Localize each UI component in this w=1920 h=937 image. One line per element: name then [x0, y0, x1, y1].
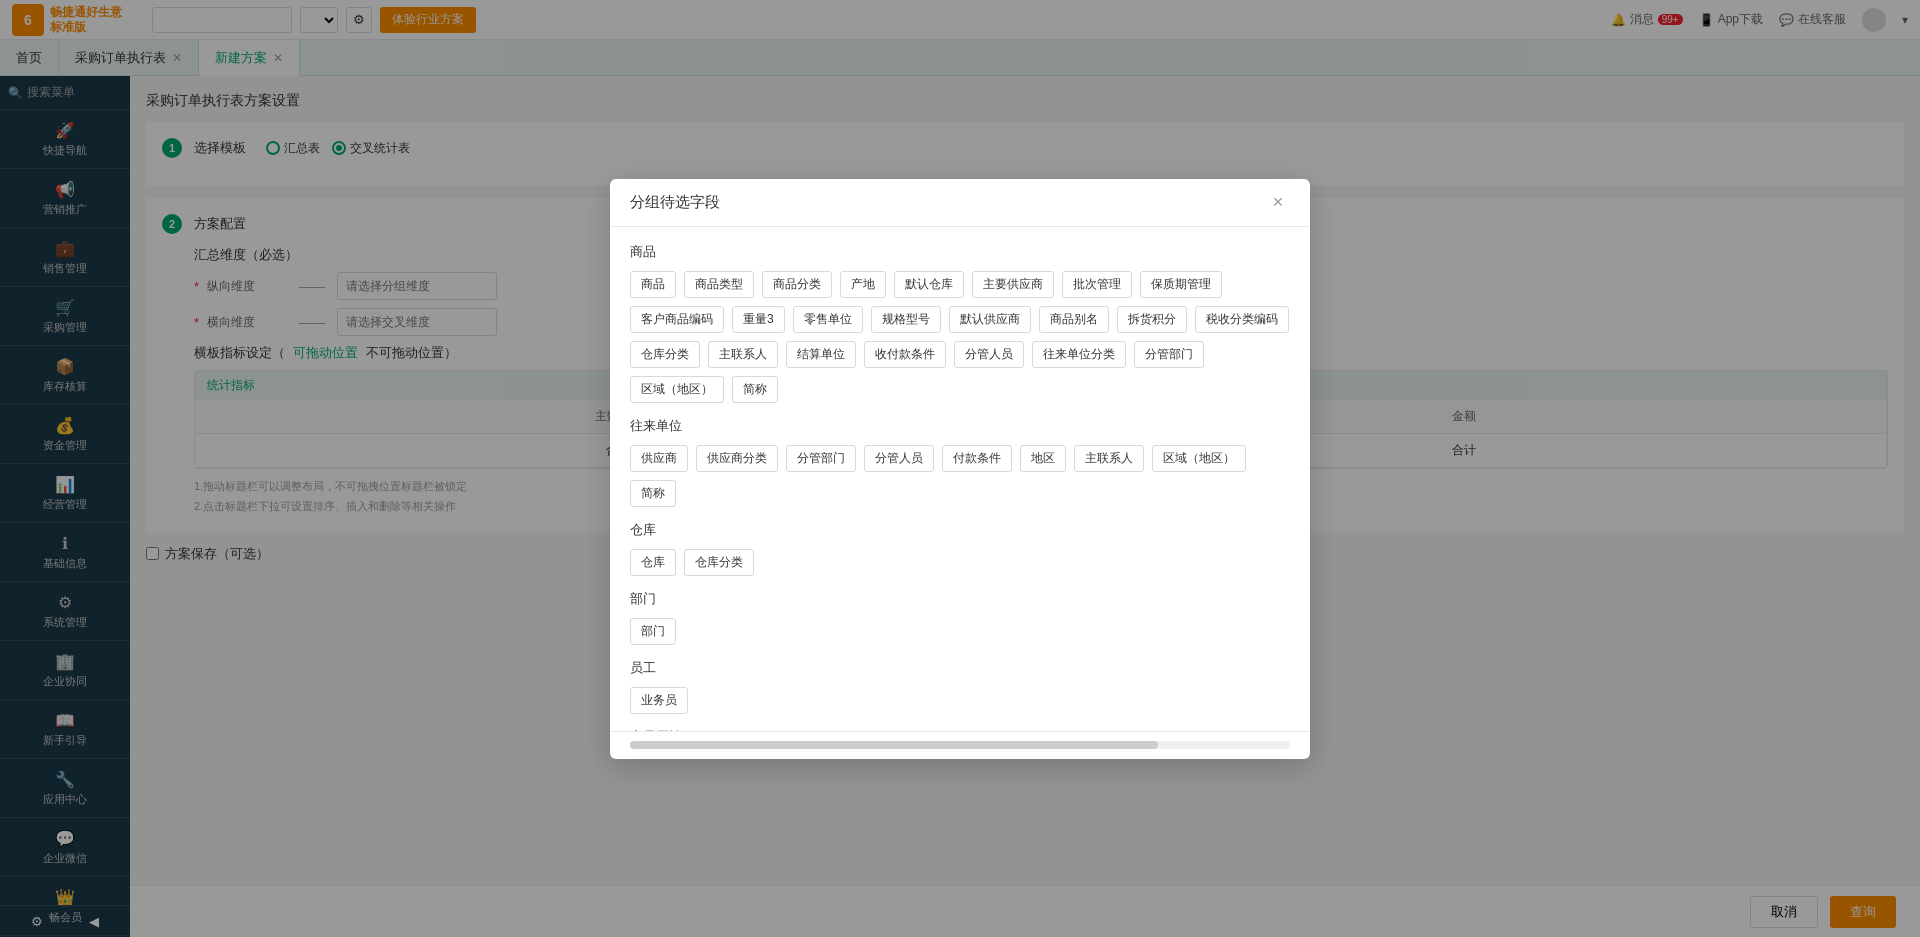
tag-0-19[interactable]: 收付款条件: [864, 341, 946, 368]
modal-section-title-1: 往来单位: [630, 417, 1290, 435]
tag-0-10[interactable]: 零售单位: [793, 306, 863, 333]
horizontal-scrollbar[interactable]: [630, 741, 1290, 749]
tag-0-13[interactable]: 商品别名: [1039, 306, 1109, 333]
tag-2-1[interactable]: 仓库分类: [684, 549, 754, 576]
tag-1-1[interactable]: 供应商分类: [696, 445, 778, 472]
modal-header: 分组待选字段 ×: [610, 179, 1310, 227]
tag-0-11[interactable]: 规格型号: [871, 306, 941, 333]
modal-body: 商品商品商品类型商品分类产地默认仓库主要供应商批次管理保质期管理客户商品编码重量…: [610, 227, 1310, 731]
tag-0-23[interactable]: 区域（地区）: [630, 376, 724, 403]
tag-0-6[interactable]: 批次管理: [1062, 271, 1132, 298]
modal-section-title-0: 商品: [630, 243, 1290, 261]
tag-0-21[interactable]: 往来单位分类: [1032, 341, 1126, 368]
tag-1-7[interactable]: 区域（地区）: [1152, 445, 1246, 472]
tag-0-9[interactable]: 重量3: [732, 306, 785, 333]
tag-0-1[interactable]: 商品类型: [684, 271, 754, 298]
tag-2-0[interactable]: 仓库: [630, 549, 676, 576]
tag-0-16[interactable]: 仓库分类: [630, 341, 700, 368]
tag-0-8[interactable]: 客户商品编码: [630, 306, 724, 333]
modal-section-title-2: 仓库: [630, 521, 1290, 539]
tag-0-4[interactable]: 默认仓库: [894, 271, 964, 298]
tag-0-7[interactable]: 保质期管理: [1140, 271, 1222, 298]
modal-footer: [610, 731, 1310, 759]
tag-0-3[interactable]: 产地: [840, 271, 886, 298]
tag-3-0[interactable]: 部门: [630, 618, 676, 645]
tag-0-0[interactable]: 商品: [630, 271, 676, 298]
tag-0-14[interactable]: 拆货积分: [1117, 306, 1187, 333]
tag-0-20[interactable]: 分管人员: [954, 341, 1024, 368]
tag-0-12[interactable]: 默认供应商: [949, 306, 1031, 333]
modal-title: 分组待选字段: [630, 193, 720, 212]
tag-1-8[interactable]: 简称: [630, 480, 676, 507]
tag-1-3[interactable]: 分管人员: [864, 445, 934, 472]
tag-1-2[interactable]: 分管部门: [786, 445, 856, 472]
tag-0-18[interactable]: 结算单位: [786, 341, 856, 368]
modal-section-tags-4: 业务员: [630, 687, 1290, 714]
tag-4-0[interactable]: 业务员: [630, 687, 688, 714]
tag-1-5[interactable]: 地区: [1020, 445, 1066, 472]
modal-overlay: 分组待选字段 × 商品商品商品类型商品分类产地默认仓库主要供应商批次管理保质期管…: [0, 0, 1920, 937]
modal-dialog: 分组待选字段 × 商品商品商品类型商品分类产地默认仓库主要供应商批次管理保质期管…: [610, 179, 1310, 759]
tag-1-0[interactable]: 供应商: [630, 445, 688, 472]
tag-0-24[interactable]: 简称: [732, 376, 778, 403]
modal-section-tags-0: 商品商品类型商品分类产地默认仓库主要供应商批次管理保质期管理客户商品编码重量3 零…: [630, 271, 1290, 403]
modal-section-title-3: 部门: [630, 590, 1290, 608]
modal-section-title-4: 员工: [630, 659, 1290, 677]
tag-0-17[interactable]: 主联系人: [708, 341, 778, 368]
modal-section-tags-2: 仓库仓库分类: [630, 549, 1290, 576]
modal-section-tags-3: 部门: [630, 618, 1290, 645]
modal-section-tags-1: 供应商供应商分类分管部门分管人员付款条件地区主联系人区域（地区） 简称: [630, 445, 1290, 507]
modal-close-button[interactable]: ×: [1266, 190, 1290, 214]
tag-0-5[interactable]: 主要供应商: [972, 271, 1054, 298]
tag-0-2[interactable]: 商品分类: [762, 271, 832, 298]
tag-1-4[interactable]: 付款条件: [942, 445, 1012, 472]
tag-0-15[interactable]: 税收分类编码: [1195, 306, 1289, 333]
tag-0-22[interactable]: 分管部门: [1134, 341, 1204, 368]
tag-1-6[interactable]: 主联系人: [1074, 445, 1144, 472]
